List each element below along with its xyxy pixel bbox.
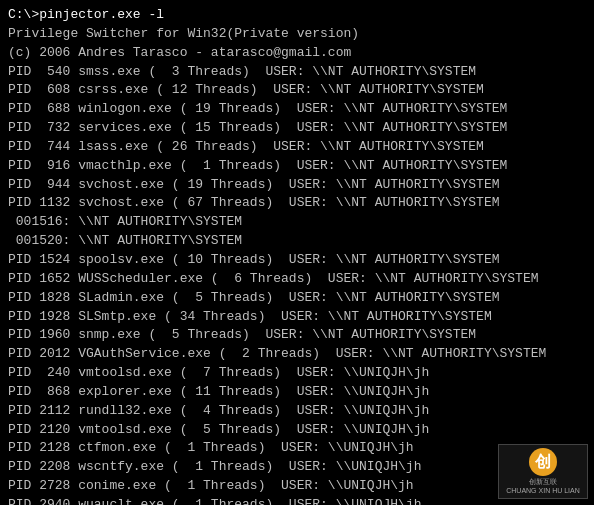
terminal-line: PID 688 winlogon.exe ( 19 Threads) USER:…	[8, 100, 586, 119]
terminal-line: PID 1652 WUSScheduler.exe ( 6 Threads) U…	[8, 270, 586, 289]
watermark-logo: 创	[518, 448, 568, 476]
terminal-line: PID 2120 vmtoolsd.exe ( 5 Threads) USER:…	[8, 421, 586, 440]
terminal-line: PID 868 explorer.exe ( 11 Threads) USER:…	[8, 383, 586, 402]
terminal-line: PID 1828 SLadmin.exe ( 5 Threads) USER: …	[8, 289, 586, 308]
terminal-line: 001516: \\NT AUTHORITY\SYSTEM	[8, 213, 586, 232]
logo-icon: 创	[529, 448, 557, 476]
terminal-line: PID 2012 VGAuthService.exe ( 2 Threads) …	[8, 345, 586, 364]
watermark: 创 创新互联CHUANG XIN HU LIAN	[498, 444, 588, 499]
terminal-window: C:\>pinjector.exe -lPrivilege Switcher f…	[0, 0, 594, 505]
terminal-line: PID 608 csrss.exe ( 12 Threads) USER: \\…	[8, 81, 586, 100]
terminal-line: PID 1960 snmp.exe ( 5 Threads) USER: \\N…	[8, 326, 586, 345]
terminal-line: Privilege Switcher for Win32(Private ver…	[8, 25, 586, 44]
terminal-line: PID 2112 rundll32.exe ( 4 Threads) USER:…	[8, 402, 586, 421]
terminal-line: PID 1928 SLSmtp.exe ( 34 Threads) USER: …	[8, 308, 586, 327]
terminal-line: (c) 2006 Andres Tarasco - atarasco@gmail…	[8, 44, 586, 63]
watermark-text: 创新互联CHUANG XIN HU LIAN	[506, 478, 580, 495]
terminal-line: PID 1524 spoolsv.exe ( 10 Threads) USER:…	[8, 251, 586, 270]
terminal-line: PID 1132 svchost.exe ( 67 Threads) USER:…	[8, 194, 586, 213]
terminal-line: PID 916 vmacthlp.exe ( 1 Threads) USER: …	[8, 157, 586, 176]
terminal-line: PID 744 lsass.exe ( 26 Threads) USER: \\…	[8, 138, 586, 157]
terminal-line: C:\>pinjector.exe -l	[8, 6, 586, 25]
terminal-line: PID 240 vmtoolsd.exe ( 7 Threads) USER: …	[8, 364, 586, 383]
terminal-line: PID 944 svchost.exe ( 19 Threads) USER: …	[8, 176, 586, 195]
terminal-line: PID 732 services.exe ( 15 Threads) USER:…	[8, 119, 586, 138]
terminal-line: 001520: \\NT AUTHORITY\SYSTEM	[8, 232, 586, 251]
terminal-line: PID 540 smss.exe ( 3 Threads) USER: \\NT…	[8, 63, 586, 82]
